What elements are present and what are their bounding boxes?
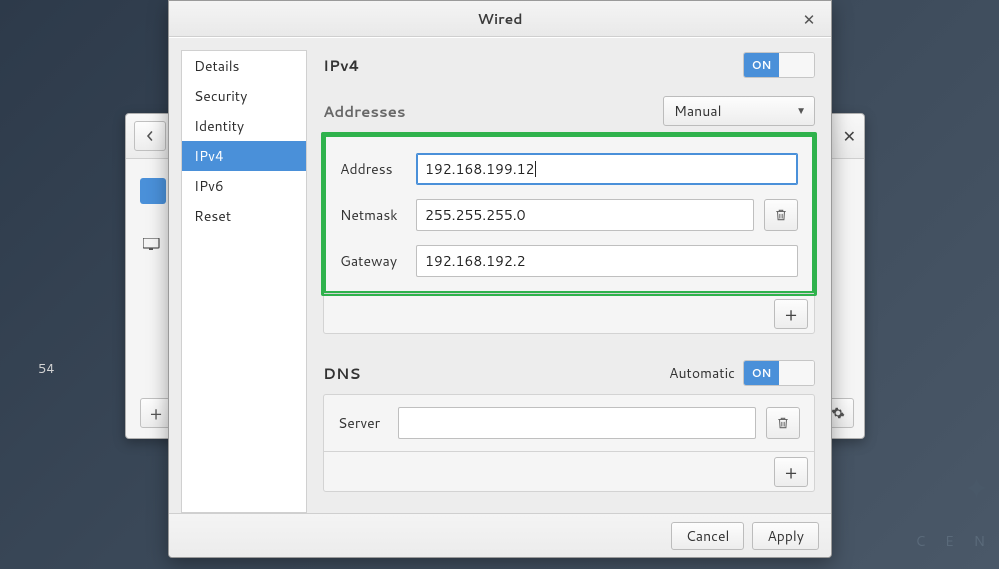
sidebar-item-reset[interactable]: Reset xyxy=(182,201,306,231)
dns-panel: Server + xyxy=(323,394,815,492)
add-dns-button[interactable]: + xyxy=(774,457,808,487)
apply-button[interactable]: Apply xyxy=(752,522,819,550)
ipv4-method-value: Manual xyxy=(674,101,721,121)
close-button[interactable]: ✕ xyxy=(797,7,821,31)
centos-ornament: ✦ xyxy=(964,466,989,509)
ipv4-toggle[interactable]: ON xyxy=(743,52,815,78)
back-button[interactable] xyxy=(134,121,166,151)
ipv4-method-select[interactable]: Manual ▼ xyxy=(663,96,815,126)
ipv4-heading: IPv4 xyxy=(323,55,360,76)
delete-dns-button[interactable] xyxy=(766,407,800,439)
addresses-heading: Addresses xyxy=(323,101,406,122)
cancel-button[interactable]: Cancel xyxy=(671,522,745,550)
netmask-input[interactable] xyxy=(416,199,754,231)
monitor-icon xyxy=(143,238,161,250)
gateway-label: Gateway xyxy=(340,251,410,271)
address-label: Address xyxy=(340,159,410,179)
main-content: IPv4 ON Addresses Manual ▼ xyxy=(307,38,831,513)
dialog-title: Wired xyxy=(478,9,523,29)
add-address-button[interactable]: + xyxy=(774,299,808,329)
titlebar: Wired ✕ xyxy=(169,1,831,37)
dns-server-input[interactable] xyxy=(398,407,756,439)
background-sidebar xyxy=(140,178,166,250)
desktop-text: 54 xyxy=(38,360,55,378)
trash-icon xyxy=(776,416,790,430)
delete-address-button[interactable] xyxy=(764,199,798,231)
action-bar: Cancel Apply xyxy=(169,513,831,557)
toggle-on-label: ON xyxy=(744,53,779,77)
trash-icon xyxy=(774,208,788,222)
background-close-button[interactable]: ✕ xyxy=(843,125,856,148)
gateway-input[interactable] xyxy=(416,245,798,277)
address-input[interactable]: 192.168.199.12 xyxy=(416,153,798,185)
text-cursor xyxy=(535,161,536,177)
dns-heading: DNS xyxy=(323,363,361,384)
dns-automatic-toggle[interactable]: ON xyxy=(743,360,815,386)
sidebar-item-details[interactable]: Details xyxy=(182,51,306,81)
toggle-on-label: ON xyxy=(744,361,779,385)
netmask-label: Netmask xyxy=(340,205,410,225)
wired-connection-dialog: Wired ✕ Details Security Identity IPv4 I… xyxy=(168,0,832,558)
addresses-panel: Address 192.168.199.12 Netmask Gateway xyxy=(323,134,815,334)
sidebar-item-identity[interactable]: Identity xyxy=(182,111,306,141)
centos-brand-text: C E N xyxy=(915,531,993,551)
sidebar: Details Security Identity IPv4 IPv6 Rese… xyxy=(181,50,307,513)
dns-server-label: Server xyxy=(338,413,392,433)
sidebar-item-ipv6[interactable]: IPv6 xyxy=(182,171,306,201)
background-sidebar-active-indicator xyxy=(140,178,166,204)
sidebar-item-ipv4[interactable]: IPv4 xyxy=(182,141,306,171)
sidebar-item-security[interactable]: Security xyxy=(182,81,306,111)
chevron-down-icon: ▼ xyxy=(796,104,806,118)
dns-automatic-label: Automatic xyxy=(669,363,735,383)
